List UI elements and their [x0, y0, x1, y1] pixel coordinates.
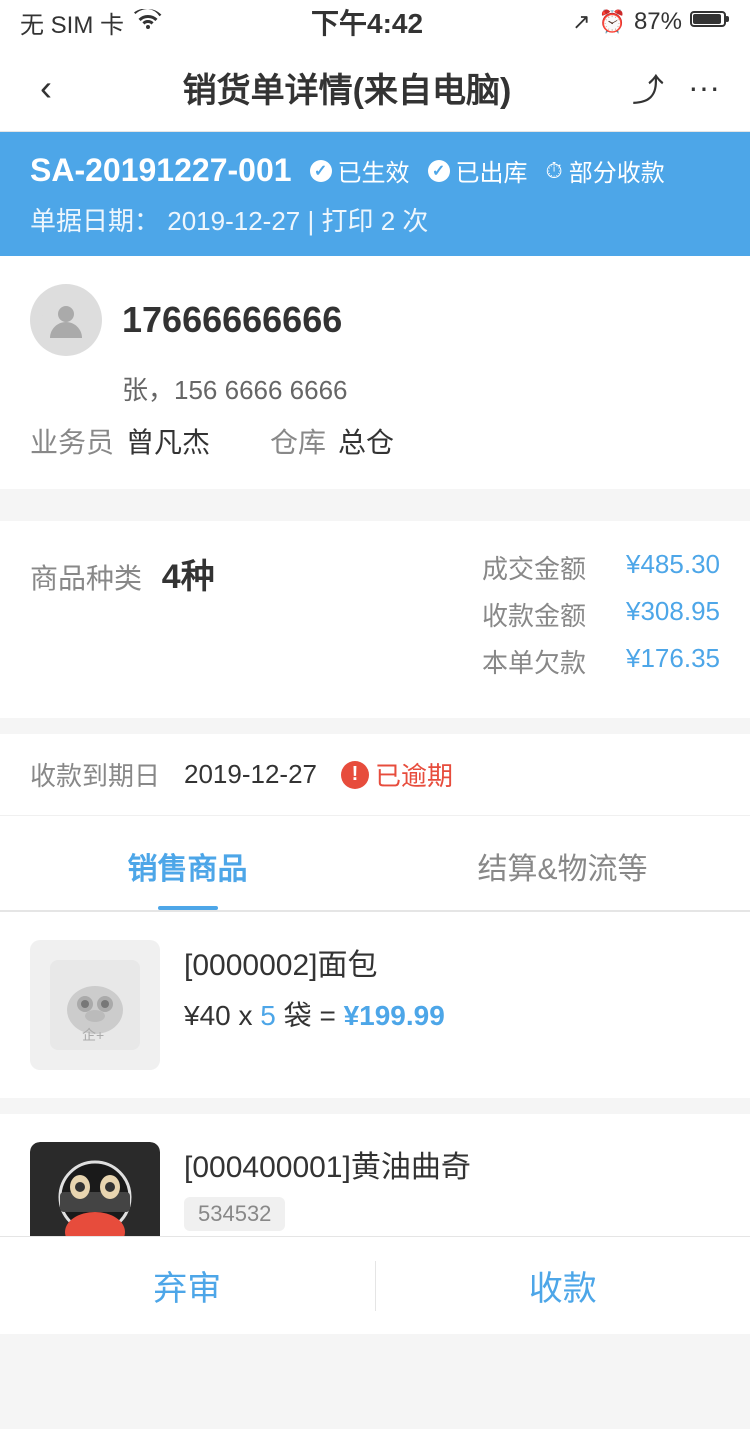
summary-section: 商品种类 4种 成交金额 ¥485.30 收款金额 ¥308.95 本单欠款 ¥… — [0, 521, 750, 718]
carrier-label: 无 SIM 卡 — [20, 5, 124, 40]
due-date-section: 收款到期日 2019-12-27 ! 已逾期 — [0, 734, 750, 816]
location-icon: ↗ — [572, 9, 590, 35]
product-info-bread: [0000002]面包 ¥40 x 5 袋 = ¥199.99 — [184, 940, 720, 1034]
product-name-cookie: [000400001]黄油曲奇 — [184, 1142, 720, 1186]
spacer-bottom — [0, 1329, 750, 1429]
status-bar: 无 SIM 卡 下午4:42 ↗ ⏰ 87% — [0, 0, 750, 44]
customer-top: 17666666666 — [30, 284, 720, 356]
product-image-bread: 企+ — [30, 940, 160, 1070]
owe-value: ¥176.35 — [626, 643, 720, 680]
transaction-amount-row: 成交金额 ¥485.30 — [482, 549, 720, 586]
battery-label: 87% — [634, 8, 682, 36]
nav-bar: ‹ 销货单详情(来自电脑) ⤴ ··· — [0, 44, 750, 132]
sales-person-value: 曾凡杰 — [126, 421, 210, 461]
payment-button[interactable]: 收款 — [376, 1241, 750, 1330]
owe-label: 本单欠款 — [482, 643, 586, 680]
svg-text:企+: 企+ — [82, 1027, 104, 1043]
status-active: ✓ 已生效 — [310, 153, 410, 188]
tabs-section: 销售商品 结算&物流等 — [0, 816, 750, 912]
cancel-review-button[interactable]: 弃审 — [0, 1241, 375, 1330]
tab-sales-products[interactable]: 销售商品 — [0, 816, 375, 910]
overdue-icon: ! — [341, 761, 369, 789]
warehouse-row: 仓库 总仓 — [270, 421, 394, 461]
status-shipped: ✓ 已出库 — [428, 153, 528, 188]
customer-name-phone: 张，156 6666 6666 — [30, 370, 720, 407]
warehouse-value: 总仓 — [338, 421, 394, 461]
product-tag-cookie: 534532 — [184, 1197, 285, 1231]
received-value: ¥308.95 — [626, 596, 720, 633]
check-icon-active: ✓ — [310, 160, 332, 182]
product-price-bread: ¥40 x 5 袋 = ¥199.99 — [184, 994, 720, 1034]
status-partial: ⏱ 部分收款 — [546, 153, 665, 188]
due-date-label: 收款到期日 — [30, 756, 160, 793]
product-item: 企+ [0000002]面包 ¥40 x 5 袋 = ¥199.99 — [0, 912, 750, 1098]
received-amount-row: 收款金额 ¥308.95 — [482, 596, 720, 633]
sales-person-row: 业务员 曾凡杰 — [30, 421, 210, 461]
summary-left: 商品种类 4种 — [30, 549, 215, 608]
customer-account-id: 17666666666 — [122, 299, 342, 341]
clock-icon: ⏱ — [546, 158, 563, 184]
qty-bread: 5 — [260, 1000, 276, 1031]
total-bread: ¥199.99 — [344, 1000, 445, 1031]
more-button[interactable]: ··· — [688, 69, 720, 106]
overdue-text: 已逾期 — [375, 756, 453, 793]
product-category-row: 商品种类 4种 — [30, 549, 215, 598]
order-header: SA-20191227-001 ✓ 已生效 ✓ 已出库 ⏱ 部分收款 单据日期：… — [0, 132, 750, 256]
share-button[interactable]: ⤴ — [632, 65, 664, 111]
summary-right: 成交金额 ¥485.30 收款金额 ¥308.95 本单欠款 ¥176.35 — [482, 549, 720, 690]
check-icon-shipped: ✓ — [428, 160, 450, 182]
product-name-bread: [0000002]面包 — [184, 940, 720, 984]
overdue-tag: ! 已逾期 — [341, 756, 453, 793]
customer-section: 17666666666 张，156 6666 6666 业务员 曾凡杰 仓库 总… — [0, 256, 750, 489]
sales-person-label: 业务员 — [30, 421, 114, 461]
bottom-bar: 弃审 收款 — [0, 1236, 750, 1334]
page-title: 销货单详情(来自电脑) — [183, 63, 512, 112]
transaction-value: ¥485.30 — [626, 549, 720, 586]
status-time: 下午4:42 — [311, 2, 423, 42]
order-id: SA-20191227-001 — [30, 152, 292, 189]
battery-icon — [690, 8, 730, 36]
status-left: 无 SIM 卡 — [20, 5, 162, 40]
received-label: 收款金额 — [482, 596, 586, 633]
transaction-label: 成交金额 — [482, 549, 586, 586]
owe-amount-row: 本单欠款 ¥176.35 — [482, 643, 720, 680]
wifi-icon — [134, 8, 162, 36]
alarm-icon: ⏰ — [599, 9, 626, 35]
tab-settlement-logistics[interactable]: 结算&物流等 — [375, 816, 750, 910]
product-list: 企+ [0000002]面包 ¥40 x 5 袋 = ¥199.99 — [0, 912, 750, 1429]
avatar — [30, 284, 102, 356]
category-value: 4种 — [162, 558, 215, 596]
category-label: 商品种类 — [30, 563, 142, 594]
nav-actions: ⤴ ··· — [632, 65, 720, 111]
customer-details: 业务员 曾凡杰 仓库 总仓 — [30, 421, 720, 461]
base-price-bread: ¥40 — [184, 1000, 231, 1031]
separator-1 — [0, 505, 750, 521]
back-button[interactable]: ‹ — [30, 57, 62, 119]
unit-bread: 袋 — [284, 1000, 312, 1031]
order-date-row: 单据日期： 2019-12-27 | 打印 2 次 — [30, 201, 720, 238]
warehouse-label: 仓库 — [270, 421, 326, 461]
status-right: ↗ ⏰ 87% — [572, 8, 730, 36]
due-date-value: 2019-12-27 — [184, 759, 317, 790]
order-id-row: SA-20191227-001 ✓ 已生效 ✓ 已出库 ⏱ 部分收款 — [30, 152, 720, 189]
product-image-placeholder: 企+ — [50, 960, 140, 1050]
